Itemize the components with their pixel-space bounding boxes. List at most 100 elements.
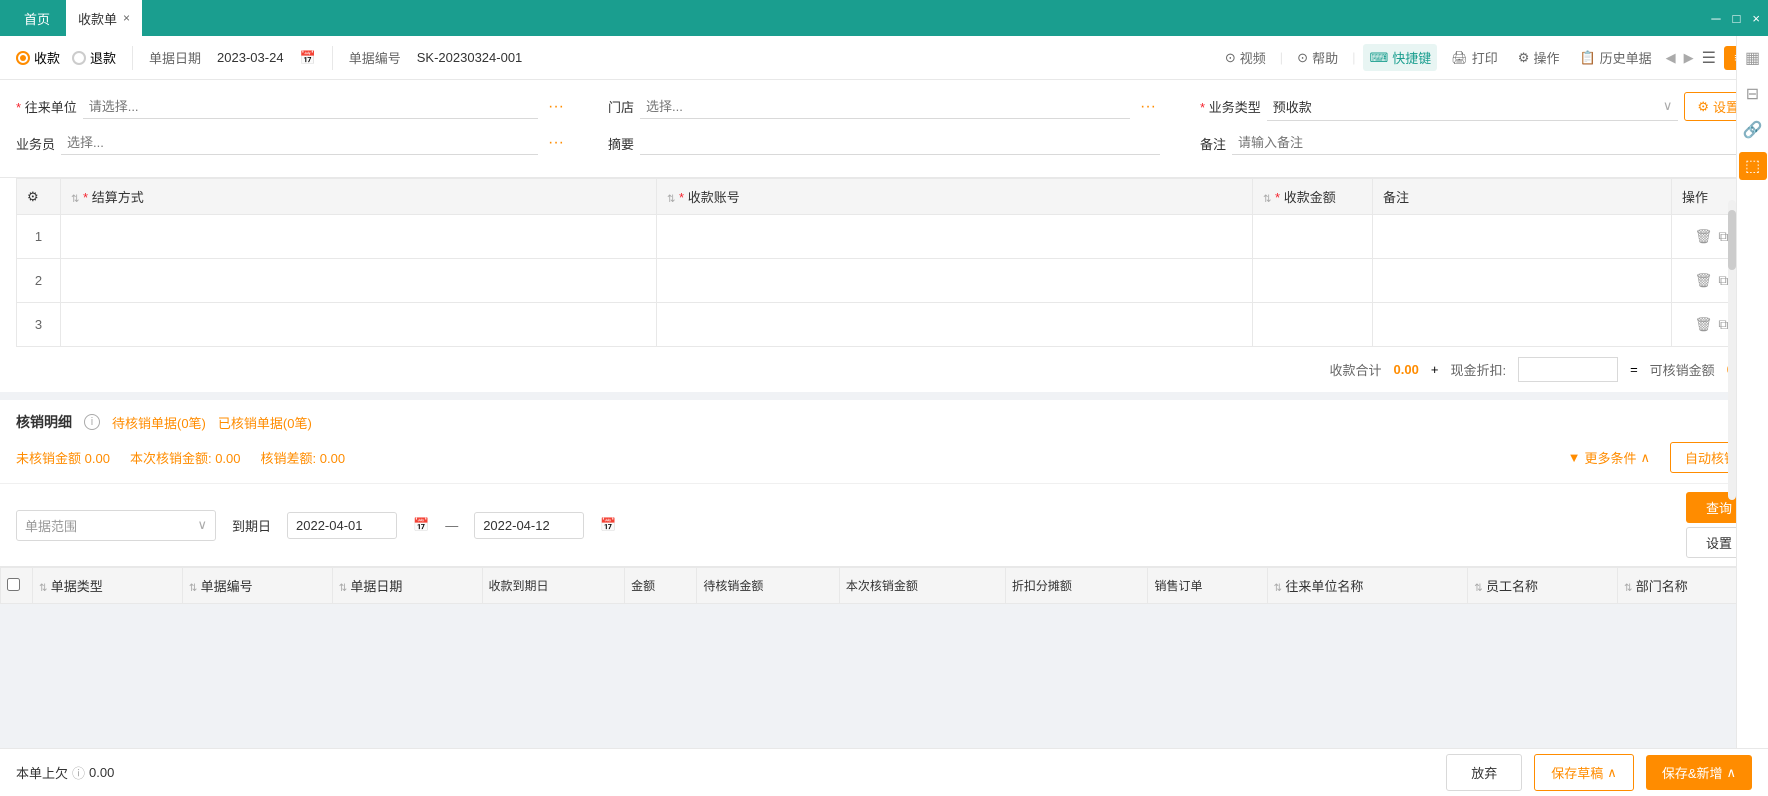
- tab-home[interactable]: 首页: [8, 0, 66, 36]
- form-row-2: 业务员 ··· 摘要 备注: [16, 131, 1752, 155]
- video-btn[interactable]: ⊙ 视频: [1219, 44, 1272, 71]
- bill-range-select[interactable]: 单据范围 ∨: [16, 510, 216, 541]
- row-1-copy-icon[interactable]: ⧉: [1718, 228, 1728, 245]
- available-label: 可核销金额: [1650, 360, 1715, 379]
- bill-date-value[interactable]: 2023-03-24: [217, 50, 284, 65]
- col-bill-no-header[interactable]: ⇅ 单据编号: [182, 568, 332, 604]
- tab-active[interactable]: 收款单 ×: [66, 0, 142, 36]
- row-1-payment-method[interactable]: [61, 215, 657, 259]
- tab-close-icon[interactable]: ×: [123, 11, 130, 25]
- row-2-amount[interactable]: [1253, 259, 1373, 303]
- required-star-biz: *: [1200, 100, 1205, 115]
- info-icon[interactable]: i: [84, 414, 100, 430]
- col-settings-header[interactable]: ⚙: [17, 179, 61, 215]
- partner-more-btn[interactable]: ···: [544, 98, 568, 116]
- summary-label: 摘要: [608, 134, 634, 153]
- remark-label: 备注: [1200, 134, 1226, 153]
- select-all-checkbox[interactable]: [7, 578, 20, 591]
- sidebar-icon-expand[interactable]: ⬚: [1739, 152, 1767, 180]
- more-conditions-btn[interactable]: ▼ 更多条件 ∧: [1568, 448, 1650, 467]
- sidebar-icon-link[interactable]: 🔗: [1739, 116, 1767, 144]
- col-pending-header[interactable]: 待核销金额: [697, 568, 840, 604]
- menu-icon[interactable]: ☰: [1702, 48, 1716, 68]
- row-3-account[interactable]: [657, 303, 1253, 347]
- nav-next-icon[interactable]: ▶: [1684, 50, 1694, 66]
- calendar-to-icon[interactable]: 📅: [600, 517, 616, 533]
- remark-input[interactable]: [1232, 131, 1752, 155]
- col-staff-header[interactable]: ⇅ 员工名称: [1468, 568, 1618, 604]
- ops-btn[interactable]: ⚙ 操作: [1512, 44, 1566, 71]
- col-partner-header[interactable]: ⇅ 往来单位名称: [1267, 568, 1468, 604]
- filter-icon: ▼: [1568, 450, 1581, 465]
- calendar-icon-toolbar[interactable]: 📅: [300, 50, 316, 66]
- row-3-payment-method[interactable]: [61, 303, 657, 347]
- col-due-date-header[interactable]: 收款到期日: [482, 568, 625, 604]
- minimize-button[interactable]: ─: [1711, 11, 1720, 26]
- radio-shoukuan[interactable]: 收款: [16, 48, 60, 67]
- row-3-copy-icon[interactable]: ⧉: [1718, 316, 1728, 333]
- verification-section: 核销明细 i 待核销单据(0笔) 已核销单据(0笔) 未核销金额 0.00 本次…: [0, 400, 1768, 604]
- nav-prev-icon[interactable]: ◀: [1666, 50, 1676, 66]
- row-2-remark[interactable]: [1373, 259, 1672, 303]
- row-3-delete-icon[interactable]: 🗑: [1695, 316, 1713, 333]
- biz-type-field: * 业务类型 预收款 ∨ ⚙ 设置: [1200, 92, 1752, 121]
- biz-type-select[interactable]: 预收款 ∨: [1267, 93, 1679, 121]
- done-tab[interactable]: 已核销单据(0笔): [218, 413, 312, 432]
- row-2-copy-icon[interactable]: ⧉: [1718, 272, 1728, 289]
- row-3-remark[interactable]: [1373, 303, 1672, 347]
- save-new-label: 保存&新增: [1662, 763, 1723, 782]
- col-checkbox-header[interactable]: [1, 568, 33, 604]
- table-row: 1 🗑 ⧉: [17, 215, 1752, 259]
- history-btn[interactable]: 📋 历史单据: [1573, 44, 1657, 71]
- chevron-down-icon: ∨: [197, 517, 207, 533]
- col-current-header[interactable]: 本次核销金额: [839, 568, 1005, 604]
- draft-btn[interactable]: 保存草稿 ∧: [1534, 754, 1634, 791]
- row-1-remark[interactable]: [1373, 215, 1672, 259]
- sidebar-icon-table[interactable]: ▦: [1739, 44, 1767, 72]
- col-account-header[interactable]: ⇅ * 收款账号: [657, 179, 1253, 215]
- close-window-button[interactable]: ×: [1752, 11, 1760, 26]
- discount-input[interactable]: [1518, 357, 1618, 382]
- sidebar-icon-list[interactable]: ⊟: [1739, 80, 1767, 108]
- shortcut-icon: ⌨: [1369, 50, 1388, 66]
- help-btn[interactable]: ⊙ 帮助: [1291, 44, 1344, 71]
- store-more-btn[interactable]: ···: [1136, 98, 1160, 116]
- row-2-account[interactable]: [657, 259, 1253, 303]
- radio-tuikuan-label: 退款: [90, 48, 116, 67]
- row-1-delete-icon[interactable]: 🗑: [1695, 228, 1713, 245]
- row-3-amount[interactable]: [1253, 303, 1373, 347]
- save-new-btn[interactable]: 保存&新增 ∧: [1646, 755, 1752, 790]
- row-2-delete-icon[interactable]: 🗑: [1695, 272, 1713, 289]
- summary-input[interactable]: [640, 131, 1160, 155]
- calendar-from-icon[interactable]: 📅: [413, 517, 429, 533]
- col-bill-date-header[interactable]: ⇅ 单据日期: [332, 568, 482, 604]
- col-bill-type-header[interactable]: ⇅ 单据类型: [33, 568, 183, 604]
- save-new-arrow-icon: ∧: [1726, 765, 1736, 781]
- shortcut-btn[interactable]: ⌨ 快捷键: [1363, 44, 1437, 71]
- pending-tab[interactable]: 待核销单据(0笔): [112, 413, 206, 432]
- staff-input[interactable]: [61, 131, 538, 155]
- total-value: 0.00: [1394, 362, 1419, 377]
- partner-input[interactable]: [83, 95, 538, 119]
- col-sales-order-header[interactable]: 销售订单: [1148, 568, 1267, 604]
- col-payment-method-header[interactable]: ⇅ * 结算方式: [61, 179, 657, 215]
- scrollbar-thumb[interactable]: [1728, 210, 1736, 270]
- row-1-account[interactable]: [657, 215, 1253, 259]
- print-btn[interactable]: 🖨 打印: [1445, 44, 1504, 71]
- staff-more-btn[interactable]: ···: [544, 134, 568, 152]
- settings-icon: ⚙: [27, 189, 39, 204]
- radio-tuikuan[interactable]: 退款: [72, 48, 116, 67]
- right-sidebar: ▦ ⊟ 🔗 ⬚: [1736, 36, 1768, 748]
- row-2-payment-method[interactable]: [61, 259, 657, 303]
- maximize-button[interactable]: □: [1733, 11, 1741, 26]
- radio-shoukuan-label: 收款: [34, 48, 60, 67]
- date-to-input[interactable]: [474, 512, 584, 539]
- col-amount-header[interactable]: ⇅ * 收款金额: [1253, 179, 1373, 215]
- col-discount-header[interactable]: 折扣分摊额: [1005, 568, 1148, 604]
- abandon-btn[interactable]: 放弃: [1446, 754, 1522, 791]
- store-input[interactable]: [640, 95, 1130, 119]
- date-from-input[interactable]: [287, 512, 397, 539]
- draft-arrow-icon: ∧: [1607, 765, 1617, 781]
- row-1-amount[interactable]: [1253, 215, 1373, 259]
- col-amount-header-b[interactable]: 金额: [625, 568, 697, 604]
